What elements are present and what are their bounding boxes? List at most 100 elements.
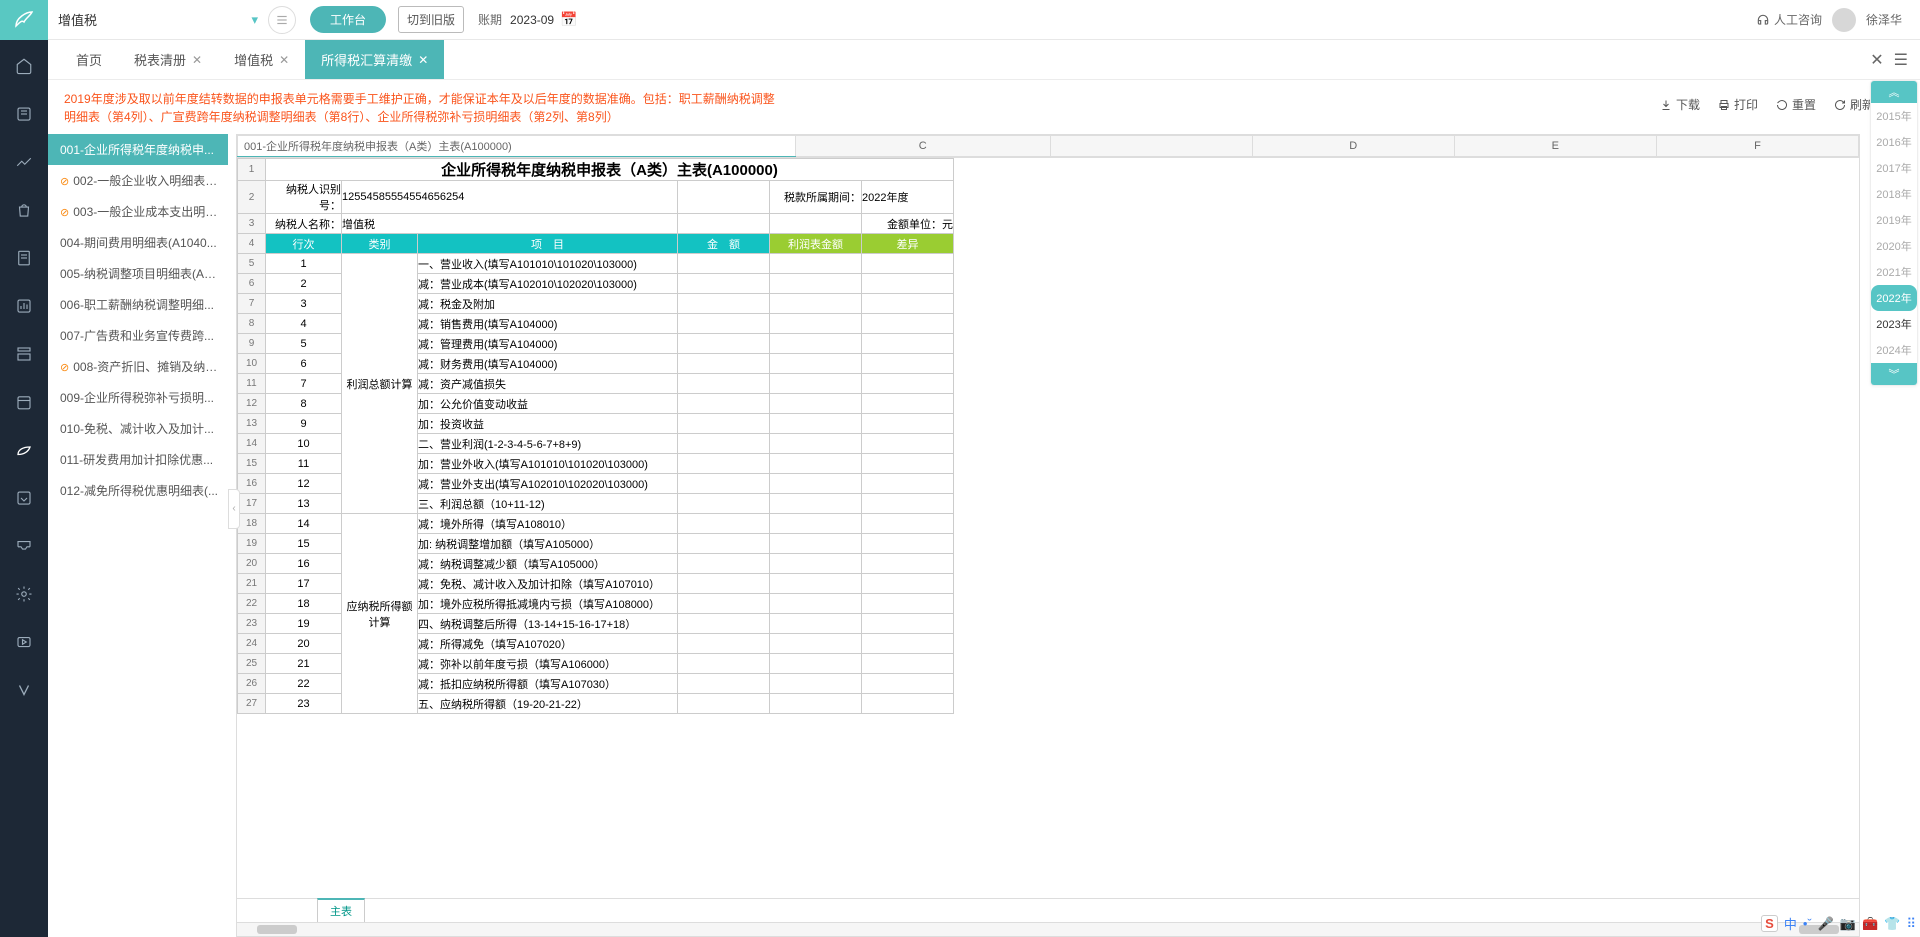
diff-cell[interactable] [862,394,954,414]
amount-cell[interactable] [678,614,770,634]
year-item[interactable]: 2023年 [1871,311,1917,337]
diff-cell[interactable] [862,294,954,314]
close-icon[interactable]: ✕ [418,53,428,67]
collapse-handle-icon[interactable]: ‹ [228,489,240,529]
rail-template-icon[interactable] [0,336,48,372]
rail-calendar-icon[interactable] [0,384,48,420]
amount-cell[interactable] [678,674,770,694]
rail-archive-icon[interactable] [0,480,48,516]
pl-cell[interactable] [770,414,862,434]
amount-cell[interactable] [678,394,770,414]
item-cell[interactable]: 减：税金及附加 [418,294,678,314]
rail-home-icon[interactable] [0,48,48,84]
tab-home[interactable]: 首页 [60,40,118,79]
pl-cell[interactable] [770,294,862,314]
tree-item[interactable]: 012-减免所得税优惠明细表(... [48,475,228,506]
pl-cell[interactable] [770,614,862,634]
diff-cell[interactable] [862,534,954,554]
diff-cell[interactable] [862,694,954,714]
ime-mic-icon[interactable]: 🎤 [1818,916,1834,932]
year-item[interactable]: 2016年 [1871,129,1917,155]
item-cell[interactable]: 减：境外所得（填写A108010） [418,514,678,534]
diff-cell[interactable] [862,434,954,454]
item-cell[interactable]: 加：营业外收入(填写A101010\101020\103000) [418,454,678,474]
rail-settings-icon[interactable] [0,576,48,612]
pl-cell[interactable] [770,554,862,574]
item-cell[interactable]: 减：纳税调整减少额（填写A105000） [418,554,678,574]
diff-cell[interactable] [862,674,954,694]
diff-cell[interactable] [862,514,954,534]
switch-old-button[interactable]: 切到旧版 [398,6,464,33]
sheet-tab-label[interactable]: 001-企业所得税年度纳税申报表（A类）主表(A100000) [238,136,796,157]
pl-cell[interactable] [770,574,862,594]
tree-item[interactable]: 006-职工薪酬纳税调整明细... [48,289,228,320]
item-cell[interactable]: 二、营业利润(1-2-3-4-5-6-7+8+9) [418,434,678,454]
amount-cell[interactable] [678,514,770,534]
avatar[interactable] [1832,8,1856,32]
amount-cell[interactable] [678,294,770,314]
splitter[interactable] [228,134,236,937]
calendar-icon[interactable]: 📅 [560,11,577,28]
org-selector[interactable]: 增值税 ▾ [58,10,258,29]
amount-cell[interactable] [678,374,770,394]
tree-item[interactable]: ⊘008-资产折旧、摊销及纳税... [48,351,228,382]
pl-cell[interactable] [770,334,862,354]
diff-cell[interactable] [862,594,954,614]
pl-cell[interactable] [770,634,862,654]
sheet-footer-tab[interactable]: 主表 [317,898,365,922]
tree-item[interactable]: 004-期间费用明细表(A1040... [48,227,228,258]
diff-cell[interactable] [862,554,954,574]
console-button[interactable]: 工作台 [310,6,386,33]
rail-v-icon[interactable] [0,672,48,708]
tree-item[interactable]: 011-研发费用加计扣除优惠... [48,444,228,475]
amount-cell[interactable] [678,334,770,354]
amount-cell[interactable] [678,654,770,674]
rail-doc-icon[interactable] [0,240,48,276]
item-cell[interactable]: 加：投资收益 [418,414,678,434]
tree-item[interactable]: 007-广告费和业务宣传费跨... [48,320,228,351]
amount-cell[interactable] [678,274,770,294]
pl-cell[interactable] [770,374,862,394]
ime-punct-icon[interactable]: •ˇ [1803,916,1812,931]
tree-item[interactable]: 005-纳税调整项目明细表(A1... [48,258,228,289]
diff-cell[interactable] [862,274,954,294]
diff-cell[interactable] [862,654,954,674]
amount-cell[interactable] [678,314,770,334]
pl-cell[interactable] [770,394,862,414]
refresh-button[interactable]: 刷新 [1834,96,1874,113]
ime-brand-icon[interactable]: S [1761,915,1778,932]
close-icon[interactable]: ✕ [279,53,289,67]
year-rail-up-icon[interactable]: ︽ [1871,81,1917,103]
diff-cell[interactable] [862,574,954,594]
ime-skin-icon[interactable]: 👕 [1884,916,1900,932]
amount-cell[interactable] [678,434,770,454]
item-cell[interactable]: 四、纳税调整后所得（13-14+15-16-17+18） [418,614,678,634]
item-cell[interactable]: 减：抵扣应纳税所得额（填写A107030） [418,674,678,694]
amount-cell[interactable] [678,594,770,614]
diff-cell[interactable] [862,334,954,354]
ime-grid-icon[interactable]: ⠿ [1906,916,1916,932]
item-cell[interactable]: 加：境外应税所得抵减境内亏损（填写A108000） [418,594,678,614]
reset-button[interactable]: 重置 [1776,96,1816,113]
rail-inbox-icon[interactable] [0,528,48,564]
tree-item[interactable]: 009-企业所得税弥补亏损明... [48,382,228,413]
h-scrollbar[interactable] [236,923,1860,937]
year-item[interactable]: 2022年 [1871,285,1917,311]
pl-cell[interactable] [770,674,862,694]
rail-book-icon[interactable] [0,96,48,132]
year-item[interactable]: 2017年 [1871,155,1917,181]
customer-service[interactable]: 人工咨询 [1756,11,1822,28]
tab-tax-list[interactable]: 税表清册✕ [118,40,218,79]
amount-cell[interactable] [678,414,770,434]
diff-cell[interactable] [862,414,954,434]
item-cell[interactable]: 加：公允价值变动收益 [418,394,678,414]
year-item[interactable]: 2024年 [1871,337,1917,363]
diff-cell[interactable] [862,474,954,494]
print-button[interactable]: 打印 [1718,96,1758,113]
pl-cell[interactable] [770,454,862,474]
item-cell[interactable]: 加: 纳税调整增加额（填写A105000） [418,534,678,554]
year-item[interactable]: 2021年 [1871,259,1917,285]
tree-item[interactable]: ⊘002-一般企业收入明细表(A1... [48,165,228,196]
close-icon[interactable]: ✕ [192,53,202,67]
amount-cell[interactable] [678,574,770,594]
